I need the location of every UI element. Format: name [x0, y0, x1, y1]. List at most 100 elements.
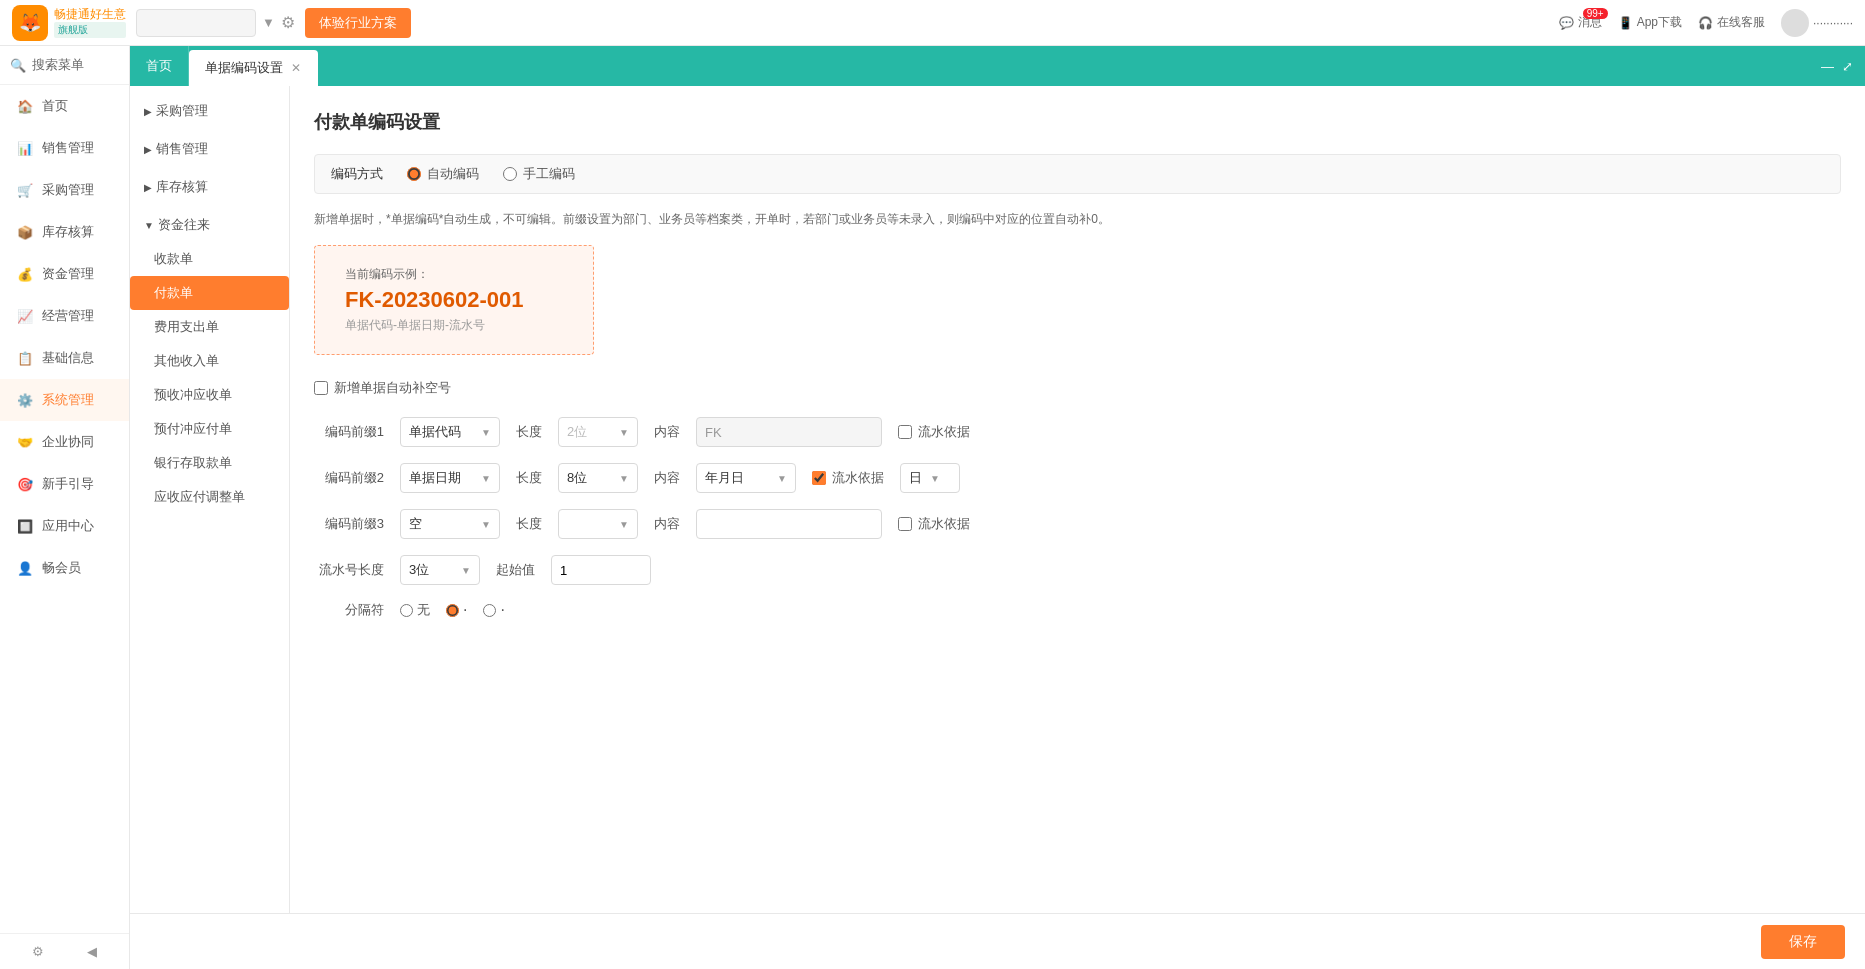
- separator-dash-radio[interactable]: [483, 604, 496, 617]
- manual-code-option[interactable]: 手工编码: [503, 165, 575, 183]
- sidebar-search[interactable]: 🔍 搜索菜单: [0, 46, 129, 85]
- middle-content: ▶ 采购管理 ▶ 销售管理 ▶ 库存核算: [130, 86, 1865, 913]
- code-method-bar: 编码方式 自动编码 手工编码: [314, 154, 1841, 194]
- flow-check-1[interactable]: [898, 425, 912, 439]
- dropdown-icon[interactable]: ▼: [262, 15, 275, 30]
- day-select-arrow: ▼: [930, 473, 940, 484]
- sub-group-capital-title[interactable]: ▼ 资金往来: [130, 208, 289, 242]
- sub-leaf-other-income[interactable]: 其他收入单: [130, 344, 289, 378]
- service-label: 在线客服: [1717, 14, 1765, 31]
- sub-group-purchase-title[interactable]: ▶ 采购管理: [130, 94, 289, 128]
- apps-icon: 🔲: [16, 517, 34, 535]
- tab-close-icon[interactable]: ✕: [291, 61, 301, 75]
- separator-dash[interactable]: ·: [483, 601, 504, 619]
- separator-none[interactable]: 无: [400, 601, 430, 619]
- sub-leaf-adjustment[interactable]: 应收应付调整单: [130, 480, 289, 514]
- user-avatar[interactable]: ············: [1781, 9, 1853, 37]
- flow-check-3[interactable]: [898, 517, 912, 531]
- prefix-select-2-arrow: ▼: [481, 473, 491, 484]
- preview-sub: 单据代码-单据日期-流水号: [345, 317, 563, 334]
- tab-maximize-icon[interactable]: ⤢: [1842, 59, 1853, 74]
- arrow-icon-2: ▶: [144, 144, 152, 155]
- sub-group-sales-title[interactable]: ▶ 销售管理: [130, 132, 289, 166]
- tab-code-setting[interactable]: 单据编码设置 ✕: [189, 50, 318, 86]
- sidebar-label-guide: 新手引导: [42, 475, 94, 493]
- prefix-row-1: 编码前缀1 单据代码 ▼ 长度 2位 ▼ 内容 FK 流水依据: [314, 417, 1841, 447]
- app-download-item[interactable]: 📱 App下载: [1618, 14, 1682, 31]
- serial-row: 流水号长度 3位 ▼ 起始值 1: [314, 555, 1841, 585]
- content-label-3: 内容: [654, 515, 680, 533]
- sub-leaf-prepay-recv[interactable]: 预收冲应收单: [130, 378, 289, 412]
- tab-code-setting-label: 单据编码设置: [205, 59, 283, 77]
- sub-group-inventory-label: 库存核算: [156, 178, 208, 196]
- sidebar-item-basic[interactable]: 📋 基础信息: [0, 337, 129, 379]
- search-label: 搜索菜单: [32, 56, 84, 74]
- separator-dot[interactable]: ·: [446, 601, 467, 619]
- sidebar-item-home[interactable]: 🏠 首页: [0, 85, 129, 127]
- sidebar-item-sales[interactable]: 📊 销售管理: [0, 127, 129, 169]
- sidebar-item-mgmt[interactable]: 📈 经营管理: [0, 295, 129, 337]
- separator-row: 分隔符 无 · ·: [314, 601, 1841, 619]
- settings-bottom-icon[interactable]: ⚙: [32, 944, 44, 959]
- sidebar-item-member[interactable]: 👤 畅会员: [0, 547, 129, 589]
- content-input-3[interactable]: [696, 509, 882, 539]
- content-select-2[interactable]: 年月日 ▼: [696, 463, 796, 493]
- sub-leaf-bank[interactable]: 银行存取款单: [130, 446, 289, 480]
- length-select-2-arrow: ▼: [619, 473, 629, 484]
- tab-home[interactable]: 首页: [130, 46, 189, 86]
- message-item[interactable]: 💬 消息 99+: [1559, 14, 1602, 31]
- main-layout: 🔍 搜索菜单 🏠 首页 📊 销售管理 🛒 采购管理 📦 库存核算 💰 资金管理 …: [0, 46, 1865, 969]
- save-button[interactable]: 保存: [1761, 925, 1845, 959]
- sidebar-label-finance: 资金管理: [42, 265, 94, 283]
- auto-fill-row: 新增单据自动补空号: [314, 379, 1841, 397]
- industry-button[interactable]: 体验行业方案: [305, 8, 411, 38]
- content-select-2-value: 年月日: [705, 469, 744, 487]
- top-bar-left: 🦊 畅捷通好生意 旗舰版 ▼ ⚙ 体验行业方案: [12, 5, 411, 41]
- sub-leaf-prepay-pay[interactable]: 预付冲应付单: [130, 412, 289, 446]
- prefix-select-3-arrow: ▼: [481, 519, 491, 530]
- sidebar-item-collab[interactable]: 🤝 企业协同: [0, 421, 129, 463]
- prefix-row-3: 编码前缀3 空 ▼ 长度 ▼ 内容 流水依据: [314, 509, 1841, 539]
- prefix-select-1[interactable]: 单据代码 ▼: [400, 417, 500, 447]
- sidebar-item-guide[interactable]: 🎯 新手引导: [0, 463, 129, 505]
- tab-minimize-icon[interactable]: —: [1821, 59, 1834, 74]
- serial-length-select[interactable]: 3位 ▼: [400, 555, 480, 585]
- service-item[interactable]: 🎧 在线客服: [1698, 14, 1765, 31]
- sidebar-item-purchase[interactable]: 🛒 采购管理: [0, 169, 129, 211]
- sub-group-inventory: ▶ 库存核算: [130, 170, 289, 204]
- manual-code-radio[interactable]: [503, 167, 517, 181]
- sidebar-item-apps[interactable]: 🔲 应用中心: [0, 505, 129, 547]
- sub-group-inventory-title[interactable]: ▶ 库存核算: [130, 170, 289, 204]
- sidebar-label-inventory: 库存核算: [42, 223, 94, 241]
- sidebar-item-finance[interactable]: 💰 资金管理: [0, 253, 129, 295]
- company-selector[interactable]: [136, 9, 256, 37]
- separator-none-radio[interactable]: [400, 604, 413, 617]
- collapse-icon[interactable]: ◀: [87, 944, 97, 959]
- sub-leaf-expense[interactable]: 费用支出单: [130, 310, 289, 344]
- auto-code-option[interactable]: 自动编码: [407, 165, 479, 183]
- sidebar-item-inventory[interactable]: 📦 库存核算: [0, 211, 129, 253]
- sub-leaf-payment[interactable]: 付款单: [130, 276, 289, 310]
- flow-check-2[interactable]: [812, 471, 826, 485]
- member-icon: 👤: [16, 559, 34, 577]
- sub-leaf-receipt[interactable]: 收款单: [130, 242, 289, 276]
- length-select-2[interactable]: 8位 ▼: [558, 463, 638, 493]
- settings-icon[interactable]: ⚙: [281, 13, 295, 32]
- prefix-select-3[interactable]: 空 ▼: [400, 509, 500, 539]
- length-select-3[interactable]: ▼: [558, 509, 638, 539]
- auto-code-radio[interactable]: [407, 167, 421, 181]
- day-select-2[interactable]: 日 ▼: [900, 463, 960, 493]
- page-title: 付款单编码设置: [314, 110, 1841, 134]
- auto-fill-checkbox[interactable]: [314, 381, 328, 395]
- start-value-input[interactable]: 1: [551, 555, 651, 585]
- app-icon: 📱: [1618, 16, 1633, 30]
- prefix-select-1-value: 单据代码: [409, 423, 461, 441]
- mgmt-icon: 📈: [16, 307, 34, 325]
- prefix-label-2: 编码前缀2: [314, 469, 384, 487]
- separator-dot-radio[interactable]: [446, 604, 459, 617]
- prefix-select-2[interactable]: 单据日期 ▼: [400, 463, 500, 493]
- basic-icon: 📋: [16, 349, 34, 367]
- length-select-1[interactable]: 2位 ▼: [558, 417, 638, 447]
- sidebar-label-system: 系统管理: [42, 391, 94, 409]
- sidebar-item-system[interactable]: ⚙️ 系统管理: [0, 379, 129, 421]
